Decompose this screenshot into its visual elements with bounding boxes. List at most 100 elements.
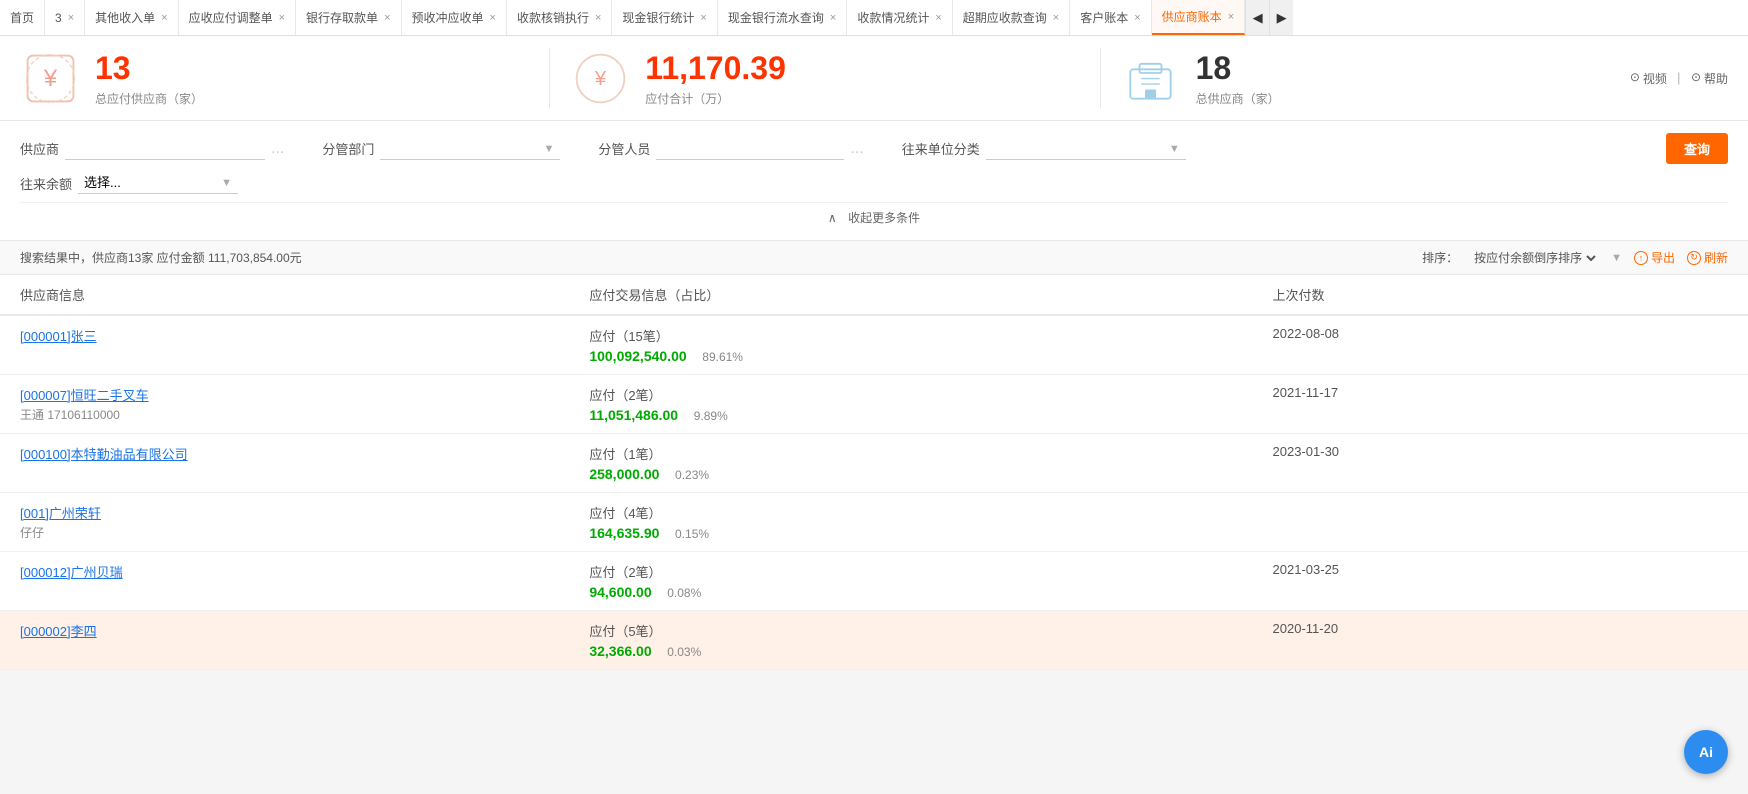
payable-amount-row: 100,092,540.00 89.61% <box>589 348 1272 364</box>
close-icon[interactable]: × <box>700 12 706 24</box>
nav-tab-cash-stat[interactable]: 现金银行统计 × <box>612 0 717 35</box>
payable-total-label: 应付合计（万） <box>645 90 786 107</box>
payable-amount: 100,092,540.00 <box>589 348 686 364</box>
nav-tab-supplier-ledger[interactable]: 供应商账本 × <box>1152 0 1245 35</box>
close-icon[interactable]: × <box>1228 11 1234 23</box>
sort-select[interactable]: 按应付余额倒序排序 <box>1470 250 1599 266</box>
supplier-info-cell: [000007]恒旺二手叉车 王通 17106110000 <box>20 385 589 423</box>
payable-amount: 258,000.00 <box>589 466 659 482</box>
filter-supplier: 供应商 ... <box>20 138 284 160</box>
unit-category-label: 往来单位分类 <box>902 139 980 158</box>
nav-tab-adjust-label: 应收应付调整单 <box>189 9 273 26</box>
supplier-name-link[interactable]: [000002]李四 <box>20 621 589 640</box>
stat-payable-suppliers-content: 13 总应付供应商（家） <box>95 49 203 107</box>
stats-bar: ¥ 13 总应付供应商（家） ¥ 11,170.39 应付合计（万） <box>0 36 1748 121</box>
last-pay-date: 2021-11-17 <box>1273 385 1339 400</box>
stat-payable-total-content: 11,170.39 应付合计（万） <box>645 49 786 107</box>
balance-select[interactable]: 选择... <box>78 172 238 194</box>
nav-tab-overdue[interactable]: 超期应收款查询 × <box>953 0 1070 35</box>
supplier-name-link[interactable]: [000001]张三 <box>20 326 589 345</box>
nav-tab-customer-ledger-label: 客户账本 <box>1080 9 1128 26</box>
table-row[interactable]: [000002]李四 应付（5笔） 32,366.00 0.03% 2020-1… <box>0 611 1748 670</box>
filter-row-1: 供应商 ... 分管部门 ▼ 分管人员 ... 往来单位分类 <box>20 133 1728 164</box>
help-icon: ⊙ <box>1691 70 1701 84</box>
supplier-label: 供应商 <box>20 139 59 158</box>
nav-tab-other-income[interactable]: 其他收入单 × <box>85 0 178 35</box>
payable-percent: 0.23% <box>675 468 709 482</box>
close-icon[interactable]: × <box>935 12 941 24</box>
supplier-sub-info: 仔仔 <box>20 524 589 541</box>
payable-amount-row: 11,051,486.00 9.89% <box>589 407 1272 423</box>
nav-tab-other-income-label: 其他收入单 <box>95 9 155 26</box>
payable-count: 应付（15笔） <box>589 326 1272 345</box>
close-icon[interactable]: × <box>384 12 390 24</box>
supplier-input[interactable] <box>65 138 265 160</box>
unit-category-select[interactable] <box>986 138 1186 160</box>
supplier-info-cell: [000001]张三 <box>20 326 589 345</box>
close-icon[interactable]: × <box>68 12 74 24</box>
payable-percent: 0.03% <box>667 645 701 659</box>
table-row[interactable]: [000012]广州贝瑞 应付（2笔） 94,600.00 0.08% 2021… <box>0 552 1748 611</box>
nav-tab-3[interactable]: 3 × <box>45 0 85 35</box>
nav-tab-writeoff-label: 收款核销执行 <box>517 9 589 26</box>
filter-balance: 往来余额 选择... ▼ <box>20 172 238 194</box>
payable-amount-row: 164,635.90 0.15% <box>589 525 1272 541</box>
nav-tab-customer-ledger[interactable]: 客户账本 × <box>1070 0 1151 35</box>
table-row[interactable]: [000100]本特勤油品有限公司 应付（1笔） 258,000.00 0.23… <box>0 434 1748 493</box>
filter-person: 分管人员 ... <box>598 138 863 160</box>
supplier-name-link[interactable]: [000007]恒旺二手叉车 <box>20 385 589 404</box>
export-button[interactable]: ↑ 导出 <box>1634 249 1675 266</box>
close-icon[interactable]: × <box>830 12 836 24</box>
table-row[interactable]: [000001]张三 应付（15笔） 100,092,540.00 89.61%… <box>0 316 1748 375</box>
close-icon[interactable]: × <box>595 12 601 24</box>
table-row[interactable]: [001]广州荣轩 仔仔 应付（4笔） 164,635.90 0.15% <box>0 493 1748 552</box>
payable-info-cell: 应付（4笔） 164,635.90 0.15% <box>589 503 1272 541</box>
right-actions: 排序： 按应付余额倒序排序 ▼ ↑ 导出 ↻ 刷新 <box>1422 249 1728 266</box>
ai-button[interactable]: Ai <box>1684 730 1728 774</box>
payable-suppliers-label: 总应付供应商（家） <box>95 90 203 107</box>
supplier-name-link[interactable]: [000012]广州贝瑞 <box>20 562 589 581</box>
query-button[interactable]: 查询 <box>1666 133 1728 164</box>
top-right-links: ⊙ 视频 ｜ ⊙ 帮助 <box>1630 70 1728 87</box>
nav-tab-adjust[interactable]: 应收应付调整单 × <box>179 0 296 35</box>
supplier-info-cell: [001]广州荣轩 仔仔 <box>20 503 589 541</box>
chevron-up-icon: ∧ <box>828 211 837 225</box>
table-row[interactable]: [000007]恒旺二手叉车 王通 17106110000 应付（2笔） 11,… <box>0 375 1748 434</box>
dept-select[interactable] <box>380 138 560 160</box>
filter-bar: 供应商 ... 分管部门 ▼ 分管人员 ... 往来单位分类 <box>0 121 1748 241</box>
data-table: 供应商信息 应付交易信息（占比） 上次付数 [000001]张三 应付（15笔）… <box>0 275 1748 670</box>
close-icon[interactable]: × <box>279 12 285 24</box>
nav-tab-3-label: 3 <box>55 11 62 25</box>
payable-percent: 89.61% <box>702 350 743 364</box>
close-icon[interactable]: × <box>161 12 167 24</box>
filter-dept: 分管部门 ▼ <box>322 138 560 160</box>
nav-tab-home[interactable]: 首页 <box>0 0 45 35</box>
payable-amount: 11,051,486.00 <box>589 407 678 423</box>
table-header: 供应商信息 应付交易信息（占比） 上次付数 <box>0 275 1748 316</box>
payable-suppliers-icon: ¥ <box>20 48 80 108</box>
supplier-name-link[interactable]: [000100]本特勤油品有限公司 <box>20 444 589 463</box>
supplier-info-cell: [000002]李四 <box>20 621 589 640</box>
payable-info-cell: 应付（1笔） 258,000.00 0.23% <box>589 444 1272 482</box>
nav-prev-arrow[interactable]: ◀ <box>1245 0 1269 36</box>
balance-select-wrapper: 选择... ▼ <box>78 172 238 194</box>
nav-tab-writeoff[interactable]: 收款核销执行 × <box>507 0 612 35</box>
close-icon[interactable]: × <box>490 12 496 24</box>
header-supplier-info: 供应商信息 <box>20 285 589 304</box>
supplier-name-link[interactable]: [001]广州荣轩 <box>20 503 589 522</box>
nav-tab-prepay[interactable]: 预收冲应收单 × <box>402 0 507 35</box>
result-summary: 搜索结果中，供应商13家 应付金额 111,703,854.00元 <box>20 249 302 266</box>
nav-next-arrow[interactable]: ▶ <box>1269 0 1293 36</box>
close-icon[interactable]: × <box>1134 12 1140 24</box>
nav-tab-receipt-stat[interactable]: 收款情况统计 × <box>847 0 952 35</box>
person-dots: ... <box>850 140 863 158</box>
nav-tab-cash-flow[interactable]: 现金银行流水查询 × <box>718 0 847 35</box>
refresh-button[interactable]: ↻ 刷新 <box>1687 249 1728 266</box>
help-link[interactable]: 帮助 <box>1704 70 1728 87</box>
video-link[interactable]: 视频 <box>1643 70 1667 87</box>
collapse-bar[interactable]: ∧ 收起更多条件 <box>20 202 1728 232</box>
person-input[interactable] <box>656 138 844 160</box>
nav-tab-bank-deposit[interactable]: 银行存取款单 × <box>296 0 401 35</box>
nav-tab-receipt-stat-label: 收款情况统计 <box>857 9 929 26</box>
close-icon[interactable]: × <box>1053 12 1059 24</box>
